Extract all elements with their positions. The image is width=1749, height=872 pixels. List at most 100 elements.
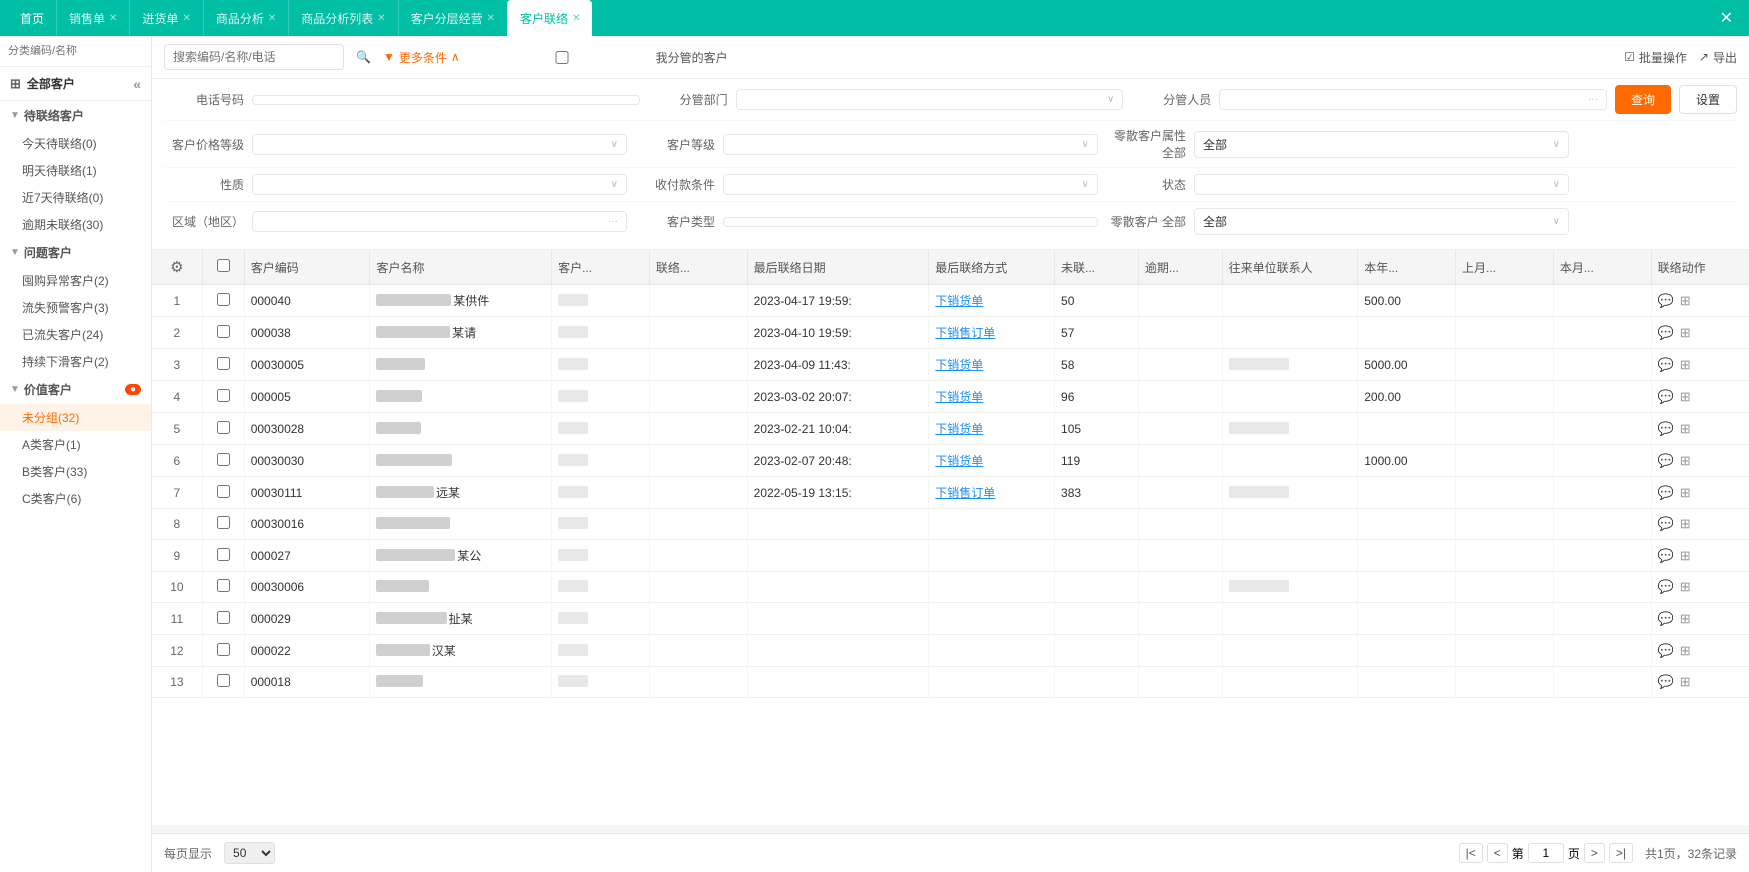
row-checkbox[interactable]: [217, 674, 230, 687]
row-checkbox[interactable]: [217, 293, 230, 306]
page-input[interactable]: [1528, 843, 1564, 863]
payment-select[interactable]: ∨: [723, 174, 1098, 195]
row-checkbox[interactable]: [217, 453, 230, 466]
nav-tab-purchase[interactable]: 进货单 ✕: [129, 0, 202, 36]
nav-tab-customer-contact-close[interactable]: ✕: [572, 13, 580, 24]
grid-action-icon[interactable]: ⊞: [1680, 516, 1691, 532]
grid-action-icon[interactable]: ⊞: [1680, 325, 1691, 341]
grid-action-icon[interactable]: ⊞: [1680, 421, 1691, 437]
nav-tab-goods-analysis-close[interactable]: ✕: [268, 13, 276, 24]
batch-ops-btn[interactable]: ☑ 批量操作: [1624, 49, 1687, 66]
chat-icon[interactable]: 💬: [1658, 389, 1674, 405]
retail-select[interactable]: 全部 ∨: [1194, 208, 1569, 235]
sidebar-search-input[interactable]: [8, 45, 150, 57]
sidebar-item-class-a[interactable]: A类客户(1): [0, 431, 151, 458]
chat-icon[interactable]: 💬: [1658, 453, 1674, 469]
my-customers-checkbox[interactable]: [472, 51, 652, 64]
search-input[interactable]: [164, 44, 344, 70]
chat-icon[interactable]: 💬: [1658, 421, 1674, 437]
sidebar-all-customers[interactable]: ⊞ 全部客户 «: [0, 67, 151, 101]
sidebar-item-warning[interactable]: 流失预警客户(3): [0, 294, 151, 321]
last-page-btn[interactable]: >|: [1609, 843, 1633, 863]
gear-icon[interactable]: ⚙: [170, 259, 183, 276]
cust-level-select[interactable]: ∨: [723, 134, 1098, 155]
nav-tab-sales[interactable]: 销售单 ✕: [56, 0, 129, 36]
row-checkbox[interactable]: [217, 643, 230, 656]
row-checkbox[interactable]: [217, 579, 230, 592]
more-filter-btn[interactable]: ▼ 更多条件 ∧: [383, 49, 460, 66]
region-select[interactable]: ···: [252, 211, 627, 232]
export-btn[interactable]: ↗ 导出: [1699, 49, 1737, 66]
row-checkbox[interactable]: [217, 548, 230, 561]
nav-tab-customer-contact[interactable]: 客户联络 ✕: [507, 0, 592, 36]
reset-btn[interactable]: 设置: [1679, 85, 1737, 114]
chat-icon[interactable]: 💬: [1658, 674, 1674, 690]
lastway-link[interactable]: 下销货单: [935, 390, 983, 404]
row-checkbox[interactable]: [217, 389, 230, 402]
nav-tab-sales-close[interactable]: ✕: [109, 13, 117, 24]
grid-action-icon[interactable]: ⊞: [1680, 389, 1691, 405]
select-all-checkbox[interactable]: [217, 259, 230, 272]
chat-icon[interactable]: 💬: [1658, 579, 1674, 595]
row-checkbox[interactable]: [217, 421, 230, 434]
chat-icon[interactable]: 💬: [1658, 325, 1674, 341]
query-btn[interactable]: 查询: [1615, 85, 1671, 114]
sidebar-group-value[interactable]: ▼ 价值客户 ●: [0, 375, 151, 404]
chat-icon[interactable]: 💬: [1658, 548, 1674, 564]
phone-input[interactable]: [252, 95, 640, 105]
sidebar-item-abnormal[interactable]: 囤购异常客户(2): [0, 267, 151, 294]
row-checkbox[interactable]: [217, 485, 230, 498]
grid-action-icon[interactable]: ⊞: [1680, 643, 1691, 659]
lastway-link[interactable]: 下销售订单: [935, 326, 995, 340]
sidebar-item-tomorrow[interactable]: 明天待联络(1): [0, 157, 151, 184]
nav-tab-goods-analysis[interactable]: 商品分析 ✕: [203, 0, 288, 36]
nature-select[interactable]: ∨: [252, 174, 627, 195]
chat-icon[interactable]: 💬: [1658, 611, 1674, 627]
grid-action-icon[interactable]: ⊞: [1680, 548, 1691, 564]
nav-tab-goods-list-close[interactable]: ✕: [377, 13, 385, 24]
global-close-button[interactable]: ✕: [1712, 8, 1741, 28]
nav-tab-customer-manage-close[interactable]: ✕: [487, 13, 495, 24]
cust-type-input[interactable]: [723, 217, 1098, 227]
filter-search-icon[interactable]: 🔍: [356, 50, 371, 64]
sidebar-collapse-btn[interactable]: «: [133, 76, 141, 92]
retail-attr-select[interactable]: 全部 ∨: [1194, 131, 1569, 158]
grid-action-icon[interactable]: ⊞: [1680, 674, 1691, 690]
grid-action-icon[interactable]: ⊞: [1680, 485, 1691, 501]
row-checkbox[interactable]: [217, 357, 230, 370]
next-page-btn[interactable]: >: [1584, 843, 1605, 863]
nav-tab-goods-list[interactable]: 商品分析列表 ✕: [288, 0, 397, 36]
nav-home[interactable]: 首页: [8, 0, 56, 36]
price-level-select[interactable]: ∨: [252, 134, 627, 155]
lastway-link[interactable]: 下销货单: [935, 454, 983, 468]
sidebar-item-class-b[interactable]: B类客户(33): [0, 458, 151, 485]
chat-icon[interactable]: 💬: [1658, 293, 1674, 309]
status-select[interactable]: ∨: [1194, 174, 1569, 195]
sidebar-item-7days[interactable]: 近7天待联络(0): [0, 184, 151, 211]
manager-select[interactable]: ···: [1219, 89, 1607, 110]
sidebar-item-class-c[interactable]: C类客户(6): [0, 485, 151, 512]
prev-page-btn[interactable]: <: [1487, 843, 1508, 863]
sidebar-group-problem[interactable]: ▼ 问题客户: [0, 238, 151, 267]
chat-icon[interactable]: 💬: [1658, 643, 1674, 659]
nav-tab-customer-manage[interactable]: 客户分层经营 ✕: [398, 0, 507, 36]
row-checkbox[interactable]: [217, 516, 230, 529]
grid-action-icon[interactable]: ⊞: [1680, 357, 1691, 373]
chat-icon[interactable]: 💬: [1658, 516, 1674, 532]
row-checkbox[interactable]: [217, 325, 230, 338]
lastway-link[interactable]: 下销货单: [935, 358, 983, 372]
first-page-btn[interactable]: |<: [1459, 843, 1483, 863]
lastway-link[interactable]: 下销货单: [935, 294, 983, 308]
grid-action-icon[interactable]: ⊞: [1680, 453, 1691, 469]
grid-action-icon[interactable]: ⊞: [1680, 579, 1691, 595]
sidebar-group-pending[interactable]: ▼ 待联络客户: [0, 101, 151, 130]
sidebar-item-ungroup[interactable]: 未分组(32): [0, 404, 151, 431]
chat-icon[interactable]: 💬: [1658, 485, 1674, 501]
dept-select[interactable]: ∨: [736, 89, 1124, 110]
grid-action-icon[interactable]: ⊞: [1680, 611, 1691, 627]
nav-tab-purchase-close[interactable]: ✕: [182, 13, 190, 24]
lastway-link[interactable]: 下销货单: [935, 422, 983, 436]
page-size-select[interactable]: 20 50 100: [224, 842, 275, 864]
lastway-link[interactable]: 下销售订单: [935, 486, 995, 500]
chat-icon[interactable]: 💬: [1658, 357, 1674, 373]
